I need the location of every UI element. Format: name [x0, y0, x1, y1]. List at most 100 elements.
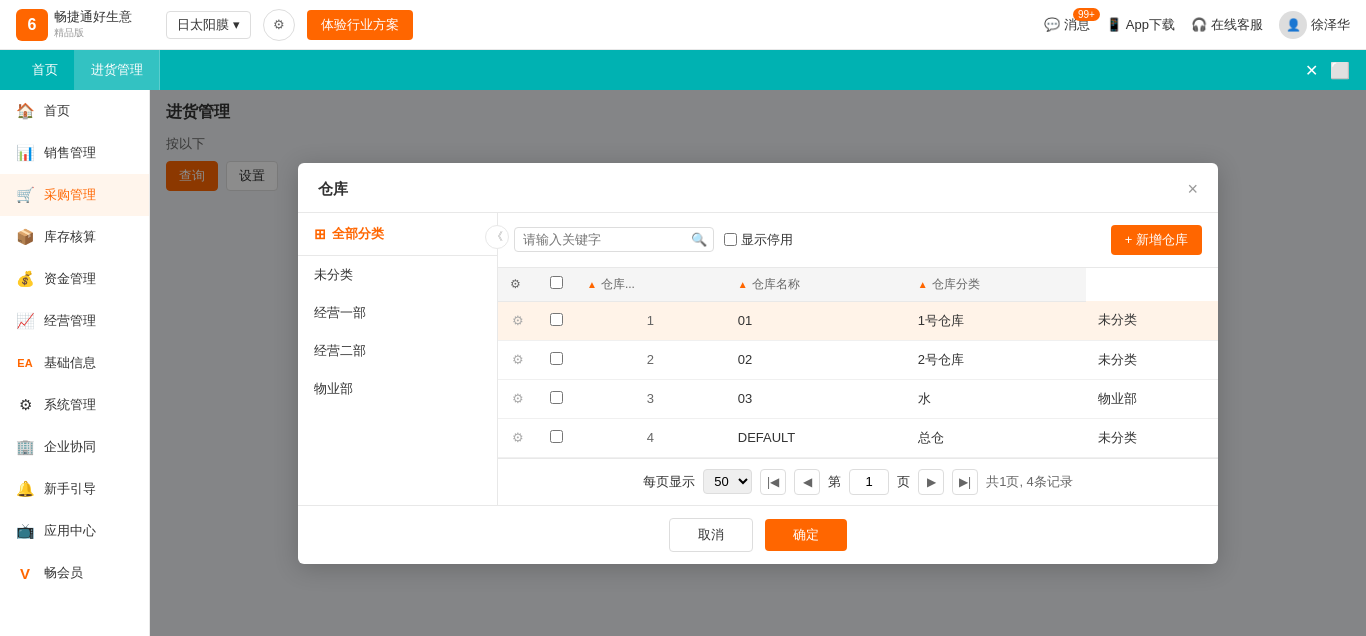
warehouse-table: ⚙ ▲ 仓库...	[498, 268, 1218, 458]
grid-icon: ⊞	[314, 226, 326, 242]
last-page-btn[interactable]: ▶|	[952, 469, 978, 495]
collapse-panel-button[interactable]: 《	[485, 225, 509, 249]
row1-num: 1	[575, 301, 726, 340]
total-info: 共1页, 4条记录	[986, 473, 1073, 491]
row4-code: DEFAULT	[726, 418, 906, 457]
data-table: ⚙ ▲ 仓库...	[498, 268, 1218, 458]
sidebar-item-home[interactable]: 🏠 首页	[0, 90, 149, 132]
online-service-btn[interactable]: 🎧 在线客服	[1191, 16, 1263, 34]
sidebar-item-basic[interactable]: EA 基础信息	[0, 342, 149, 384]
category-header[interactable]: ⊞ 全部分类	[298, 213, 497, 256]
next-page-btn[interactable]: ▶	[918, 469, 944, 495]
sidebar-item-sales[interactable]: 📊 销售管理	[0, 132, 149, 174]
purchase-icon: 🛒	[16, 186, 34, 204]
finance-icon: 💰	[16, 270, 34, 288]
row4-check[interactable]	[550, 430, 563, 443]
sidebar-item-enterprise[interactable]: 🏢 企业协同	[0, 426, 149, 468]
category-header-label: 全部分类	[332, 225, 384, 243]
th-category: ▲ 仓库分类	[906, 268, 1086, 302]
add-warehouse-button[interactable]: + 新增仓库	[1111, 225, 1202, 255]
category-item-ops1[interactable]: 经营一部	[298, 294, 497, 332]
th-name: ▲ 仓库名称	[726, 268, 906, 302]
app-download-btn[interactable]: 📱 App下载	[1106, 16, 1175, 34]
close-window-icon[interactable]: ✕	[1305, 61, 1318, 80]
category-item-ops2[interactable]: 经营二部	[298, 332, 497, 370]
row2-check[interactable]	[550, 352, 563, 365]
th-checkbox	[538, 268, 575, 302]
messages-badge: 99+	[1073, 8, 1100, 21]
sidebar-item-guide[interactable]: 🔔 新手引导	[0, 468, 149, 510]
nav-tab-home[interactable]: 首页	[16, 50, 75, 90]
modal-title: 仓库	[318, 180, 348, 199]
first-page-btn[interactable]: |◀	[760, 469, 786, 495]
sidebar-item-system[interactable]: ⚙ 系统管理	[0, 384, 149, 426]
page-number-input[interactable]	[849, 469, 889, 495]
sidebar-item-app-center[interactable]: 📺 应用中心	[0, 510, 149, 552]
content-area: 进货管理 按以下 查询 设置 仓库 × ⊞	[150, 90, 1366, 636]
table-header-row: ⚙ ▲ 仓库...	[498, 268, 1218, 302]
headset-icon: 🎧	[1191, 17, 1207, 32]
row3-checkbox[interactable]	[538, 379, 575, 418]
th-code: ▲ 仓库...	[575, 268, 726, 302]
table-row[interactable]: ⚙ 4 DEFAULT 总仓 未分类	[498, 418, 1218, 457]
row3-category: 物业部	[1086, 379, 1218, 418]
enterprise-icon: 🏢	[16, 438, 34, 456]
sidebar-item-purchase[interactable]: 🛒 采购管理	[0, 174, 149, 216]
row3-name: 水	[906, 379, 1086, 418]
prev-page-btn[interactable]: ◀	[794, 469, 820, 495]
table-row[interactable]: ⚙ 1 01 1号仓库 未分类	[498, 301, 1218, 340]
store-selector[interactable]: 日太阳膜 ▾	[166, 11, 251, 39]
category-item-unclassified[interactable]: 未分类	[298, 256, 497, 294]
nav-tab-purchase[interactable]: 进货管理	[75, 50, 160, 90]
sort-name-icon: ▲	[738, 279, 748, 290]
per-page-select[interactable]: 50	[703, 469, 752, 494]
row4-category: 未分类	[1086, 418, 1218, 457]
show-disabled-checkbox[interactable]	[724, 233, 737, 246]
close-icon[interactable]: ×	[1187, 179, 1198, 200]
message-icon: 💬	[1044, 17, 1060, 32]
sort-category-icon: ▲	[918, 279, 928, 290]
modal-header: 仓库 ×	[298, 163, 1218, 213]
row3-check[interactable]	[550, 391, 563, 404]
logo-sub: 精品版	[54, 26, 132, 40]
main-layout: 🏠 首页 📊 销售管理 🛒 采购管理 📦 库存核算 💰 资金管理 📈 经营管理 …	[0, 90, 1366, 636]
category-panel: ⊞ 全部分类 《 未分类 经营一部 经营二部	[298, 213, 498, 505]
phone-icon: 📱	[1106, 17, 1122, 32]
row1-category: 未分类	[1086, 301, 1218, 340]
th-gear: ⚙	[498, 268, 538, 302]
maximize-icon[interactable]: ⬜	[1330, 61, 1350, 80]
search-wrap: 🔍	[514, 227, 714, 252]
messages-btn[interactable]: 💬 消息 99+	[1044, 16, 1090, 34]
user-menu[interactable]: 👤 徐泽华	[1279, 11, 1350, 39]
sidebar-item-vip[interactable]: V 畅会员	[0, 552, 149, 594]
avatar: 👤	[1279, 11, 1307, 39]
row3-gear: ⚙	[498, 379, 538, 418]
logo-area: 6 畅捷通好生意 精品版	[16, 9, 166, 41]
trial-button[interactable]: 体验行业方案	[307, 10, 413, 40]
vip-icon: V	[16, 564, 34, 582]
table-row[interactable]: ⚙ 2 02 2号仓库 未分类	[498, 340, 1218, 379]
show-disabled-label[interactable]: 显示停用	[724, 231, 793, 249]
table-body: ⚙ 1 01 1号仓库 未分类	[498, 301, 1218, 457]
row1-check[interactable]	[550, 313, 563, 326]
cancel-button[interactable]: 取消	[669, 518, 753, 552]
row4-checkbox[interactable]	[538, 418, 575, 457]
settings-icon[interactable]: ⚙	[263, 9, 295, 41]
confirm-button[interactable]: 确定	[765, 519, 847, 551]
logo-name: 畅捷通好生意	[54, 9, 132, 26]
row3-num: 3	[575, 379, 726, 418]
search-input[interactable]	[523, 232, 691, 247]
table-row[interactable]: ⚙ 3 03 水 物业部	[498, 379, 1218, 418]
category-item-property[interactable]: 物业部	[298, 370, 497, 408]
sidebar-item-finance[interactable]: 💰 资金管理	[0, 258, 149, 300]
row4-name: 总仓	[906, 418, 1086, 457]
sidebar-item-inventory[interactable]: 📦 库存核算	[0, 216, 149, 258]
row1-checkbox[interactable]	[538, 301, 575, 340]
row4-gear: ⚙	[498, 418, 538, 457]
sidebar-item-operations[interactable]: 📈 经营管理	[0, 300, 149, 342]
row2-num: 2	[575, 340, 726, 379]
select-all-checkbox[interactable]	[550, 276, 563, 289]
row2-checkbox[interactable]	[538, 340, 575, 379]
system-icon: ⚙	[16, 396, 34, 414]
row2-category: 未分类	[1086, 340, 1218, 379]
